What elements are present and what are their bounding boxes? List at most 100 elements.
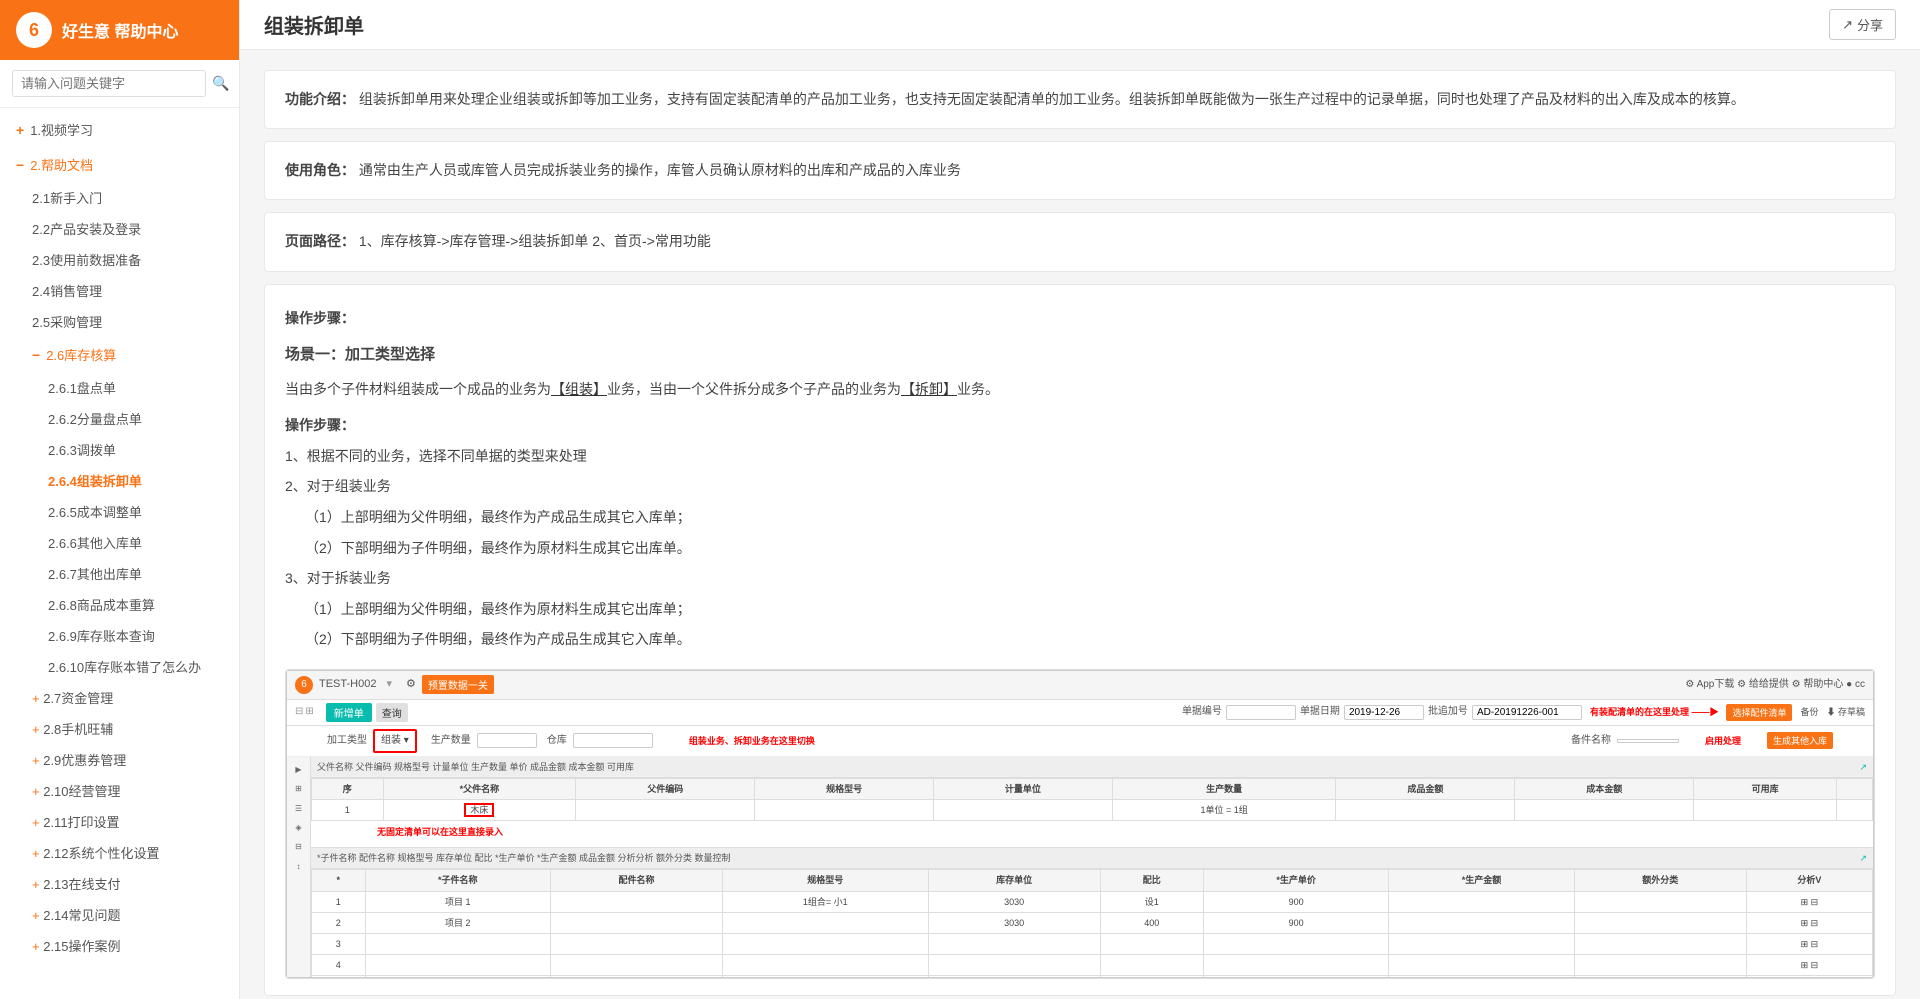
- sidebar-item-213[interactable]: + 2.13在线支付: [0, 868, 239, 899]
- ops-steps-sub-title: 操作步骤：: [285, 412, 1875, 439]
- doc-date-input[interactable]: [1344, 705, 1424, 720]
- annotation-clearance: 有装配清单的在这里处理 ——▶: [1590, 704, 1719, 720]
- step2-1: （1）上部明细为父件明细，最终作为产成品生成其它入库单；: [305, 504, 1875, 531]
- ops-card: 操作步骤： 场景一：加工类型选择 当由多个子件材料组装成一个成品的业务为【组装】…: [264, 284, 1896, 996]
- role-text: 使用角色： 通常由生产人员或库管人员完成拆装业务的操作，库管人员确认原材料的出库…: [285, 158, 1875, 183]
- lower-table-label: *子件名称 配件名称 规格型号 库存单位 配比 *生产单价 *生产金额 成品金额…: [311, 847, 1873, 869]
- main-area: 组装拆卸单 ↗ 分享 功能介绍： 组装拆卸单用来处理企业组装或拆卸等加工业务，支…: [240, 0, 1920, 999]
- sidebar-item-212[interactable]: + 2.12系统个性化设置: [0, 837, 239, 868]
- app-tab-row: ⊟ ⊞ 新增单 查询 单据编号 单据日期 批追加号 有装配清单的在这里处: [287, 700, 1873, 726]
- generate-btn[interactable]: 生成其他入库: [1767, 732, 1833, 749]
- search-input[interactable]: [12, 70, 206, 97]
- tab-new[interactable]: 新增单: [326, 703, 372, 722]
- sidebar-item-21[interactable]: 2.1新手入门: [0, 182, 239, 213]
- sidebar-item-214[interactable]: + 2.14常见问题: [0, 899, 239, 930]
- annotation-direct-input: 无固定清单可以在这里直接录入: [377, 827, 503, 837]
- sidebar-item-22[interactable]: 2.2产品安装及登录: [0, 213, 239, 244]
- app-titlebar: 6 TEST-H002 ▾ ⚙ 预置数据一关 ⚙ App下载 ⚙ 给给提供 ⚙ …: [287, 671, 1873, 700]
- parts-name-field: [1617, 739, 1679, 743]
- topbar: 组装拆卸单 ↗ 分享: [240, 0, 1920, 50]
- table-row: 5⊞ ⊟: [312, 976, 1873, 977]
- step1: 1、根据不同的业务，选择不同单据的类型来处理: [285, 443, 1875, 470]
- doc-number-input[interactable]: [1226, 705, 1296, 720]
- screenshot-container: 6 TEST-H002 ▾ ⚙ 预置数据一关 ⚙ App下载 ⚙ 给给提供 ⚙ …: [285, 669, 1875, 979]
- sidebar-item-2-docs[interactable]: − 2.帮助文档: [0, 147, 239, 182]
- plus-icon: +: [16, 122, 24, 138]
- upper-table: 序 *父件名称 父件编码 规格型号 计量单位 生产数量 成品金额 成本金额 可用: [311, 778, 1873, 821]
- path-text: 页面路径： 1、库存核算->库存管理->组装拆卸单 2、首页->常用功能: [285, 229, 1875, 254]
- sidebar-header: 6 好生意 帮助中心: [0, 0, 239, 60]
- lower-table: * *子件名称 配件名称 规格型号 库存单位 配比 *生产单价 *生产金额 额外: [311, 869, 1873, 976]
- intro-card: 功能介绍： 组装拆卸单用来处理企业组装或拆卸等加工业务，支持有固定装配清单的产品…: [264, 70, 1896, 129]
- search-box: 🔍: [0, 60, 239, 108]
- ops-title: 操作步骤：: [285, 305, 1875, 332]
- sidebar-item-23[interactable]: 2.3使用前数据准备: [0, 244, 239, 275]
- sidebar-item-263[interactable]: 2.6.3调拨单: [0, 434, 239, 465]
- step3: 3、对于拆装业务: [285, 565, 1875, 592]
- sidebar-item-29[interactable]: + 2.9优惠券管理: [0, 744, 239, 775]
- table-row: 1 木床 1单位 = 1组: [312, 800, 1873, 821]
- share-button[interactable]: ↗ 分享: [1829, 9, 1896, 40]
- share-icon: ↗: [1842, 17, 1853, 33]
- sidebar-item-label: 1.视频学习: [30, 120, 93, 139]
- app-screenshot: 6 TEST-H002 ▾ ⚙ 预置数据一关 ⚙ App下载 ⚙ 给给提供 ⚙ …: [286, 670, 1874, 978]
- sidebar-item-268[interactable]: 2.6.8商品成本重算: [0, 589, 239, 620]
- sidebar-item-266[interactable]: 2.6.6其他入库单: [0, 527, 239, 558]
- type-selector[interactable]: 组装 ▾: [373, 729, 417, 753]
- minus-icon-2: −: [32, 347, 40, 363]
- batch-input[interactable]: [1472, 705, 1582, 720]
- sidebar-item-label: 2.帮助文档: [30, 155, 93, 174]
- sidebar-item-261[interactable]: 2.6.1盘点单: [0, 372, 239, 403]
- sidebar-item-26[interactable]: − 2.6库存核算: [0, 337, 239, 372]
- table-row: 3⊞ ⊟: [312, 933, 1873, 954]
- annotation-switch: 组装业务、拆卸业务在这里切换: [689, 733, 815, 749]
- sidebar-item-269[interactable]: 2.6.9库存账本查询: [0, 620, 239, 651]
- scene1-title: 场景一：加工类型选择: [285, 341, 1875, 370]
- tab-query[interactable]: 查询: [376, 703, 408, 722]
- sidebar-item-24[interactable]: 2.4销售管理: [0, 275, 239, 306]
- left-icon-strip: ▶ ⊞ ☰ ◈ ⊟ ↕: [287, 757, 311, 977]
- logo-title: 好生意 帮助中心: [62, 18, 178, 42]
- sidebar-item-264[interactable]: 2.6.4组装拆卸单: [0, 465, 239, 496]
- sidebar-item-265[interactable]: 2.6.5成本调整单: [0, 496, 239, 527]
- step3-1: （1）上部明细为父件明细，最终作为原材料生成其它出库单；: [305, 596, 1875, 623]
- nav-section: + 1.视频学习 − 2.帮助文档 2.1新手入门 2.2产品安装及登录 2.3…: [0, 108, 239, 965]
- app-logo: 6: [295, 676, 313, 694]
- app-topbar-icons: ⚙ App下载 ⚙ 给给提供 ⚙ 帮助中心 ● cc: [1685, 676, 1865, 694]
- content-area: 功能介绍： 组装拆卸单用来处理企业组装或拆卸等加工业务，支持有固定装配清单的产品…: [240, 50, 1920, 999]
- sidebar-item-262[interactable]: 2.6.2分量盘点单: [0, 403, 239, 434]
- annotation-enable: 启用处理: [1705, 733, 1741, 749]
- sidebar-item-27[interactable]: + 2.7资金管理: [0, 682, 239, 713]
- sidebar-item-25[interactable]: 2.5采购管理: [0, 306, 239, 337]
- sidebar-item-211[interactable]: + 2.11打印设置: [0, 806, 239, 837]
- page-title: 组装拆卸单: [264, 10, 364, 39]
- step2-2: （2）下部明细为子件明细，最终作为原材料生成其它出库单。: [305, 535, 1875, 562]
- table-row: 1 项目 1 1组合= 小1 3030 设1 900: [312, 891, 1873, 912]
- sidebar-item-210[interactable]: + 2.10经营管理: [0, 775, 239, 806]
- step2: 2、对于组装业务: [285, 473, 1875, 500]
- intro-text: 功能介绍： 组装拆卸单用来处理企业组装或拆卸等加工业务，支持有固定装配清单的产品…: [285, 87, 1875, 112]
- logo-icon: 6: [16, 12, 52, 48]
- sidebar-item-2610[interactable]: 2.6.10库存账本错了怎么办: [0, 651, 239, 682]
- sidebar-item-label: 2.6库存核算: [46, 345, 116, 364]
- sidebar-item-28[interactable]: + 2.8手机旺辅: [0, 713, 239, 744]
- prod-qty-input[interactable]: [477, 733, 537, 748]
- tables-area: 父件名称 父件编码 规格型号 计量单位 生产数量 单价 成品金额 成本金额 可用…: [311, 757, 1873, 977]
- app-main-body: ▶ ⊞ ☰ ◈ ⊟ ↕ 父件名称 父件编码 规格型号 计量单位 生产数量 单价 …: [287, 757, 1873, 977]
- table-row: 4⊞ ⊟: [312, 955, 1873, 976]
- preset-data-btn[interactable]: 预置数据一关: [422, 675, 494, 694]
- role-card: 使用角色： 通常由生产人员或库管人员完成拆装业务的操作，库管人员确认原材料的出库…: [264, 141, 1896, 200]
- sidebar-item-215[interactable]: + 2.15操作案例: [0, 930, 239, 961]
- sidebar-item-267[interactable]: 2.6.7其他出库单: [0, 558, 239, 589]
- app-id: TEST-H002: [319, 675, 376, 695]
- warehouse-input[interactable]: [573, 733, 653, 748]
- sidebar-item-1-video[interactable]: + 1.视频学习: [0, 112, 239, 147]
- scene1-desc: 当由多个子件材料组装成一个成品的业务为【组装】业务，当由一个父件拆分成多个子产品…: [285, 376, 1875, 403]
- form-row-2: 加工类型 组装 ▾ 生产数量 仓库 组装业务、拆卸业务在这里切换 备件名称 启用…: [287, 726, 1873, 757]
- search-icon[interactable]: 🔍: [212, 75, 229, 92]
- select-parts-btn[interactable]: 选择配件清单: [1726, 704, 1792, 721]
- step3-2: （2）下部明细为子件明细，最终作为产成品生成其它入库单。: [305, 626, 1875, 653]
- table-row: 2 项目 2 3030 400 900: [312, 912, 1873, 933]
- sidebar: 6 好生意 帮助中心 🔍 + 1.视频学习 − 2.帮助文档 2.1新手入门 2…: [0, 0, 240, 999]
- minus-icon: −: [16, 157, 24, 173]
